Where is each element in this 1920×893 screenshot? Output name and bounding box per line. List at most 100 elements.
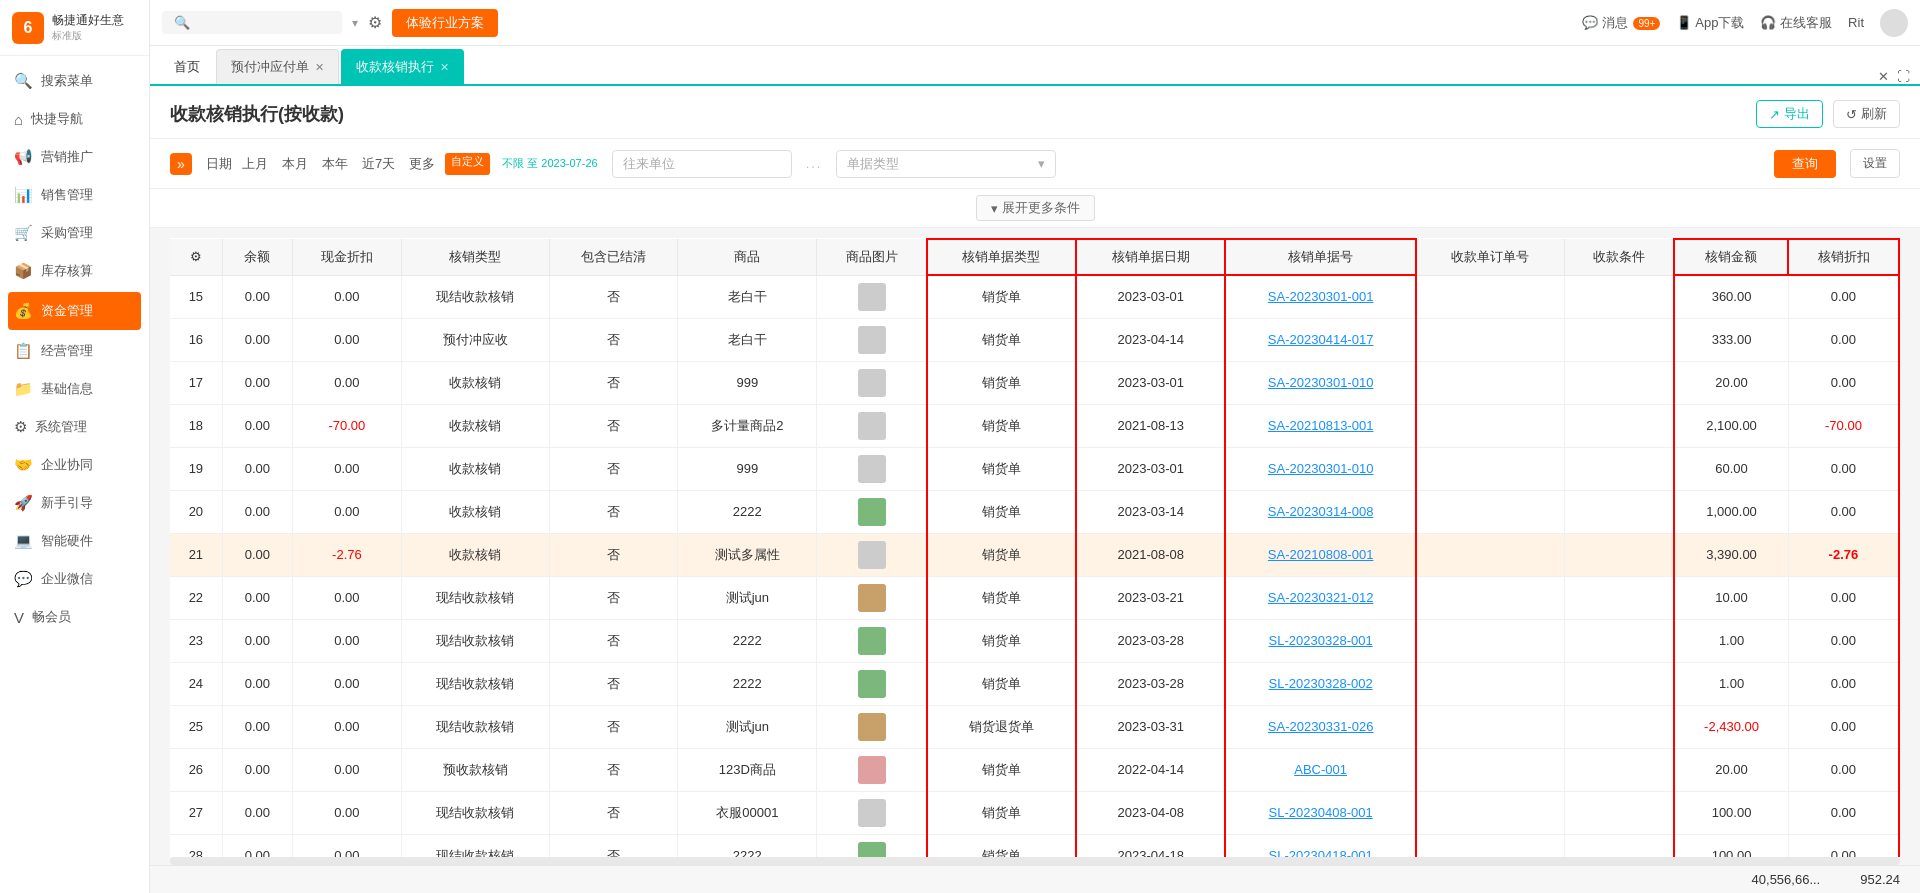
sidebar-item-system[interactable]: ⚙系统管理 xyxy=(0,408,149,446)
cell-doc-type: 销货单 xyxy=(927,834,1076,857)
date-opt-this-year[interactable]: 本年 xyxy=(318,153,352,175)
system-icon: ⚙ xyxy=(14,418,27,436)
col-writeoff-amount-header: 核销金额 xyxy=(1674,239,1788,275)
sidebar-item-basic[interactable]: 📁基础信息 xyxy=(0,370,149,408)
tab-controls: ✕ ⛶ xyxy=(1878,69,1910,84)
cell-doc-type: 销货单 xyxy=(927,275,1076,318)
sidebar-item-corp[interactable]: 🤝企业协同 xyxy=(0,446,149,484)
cell-doc-no[interactable]: SA-20230301-001 xyxy=(1225,275,1415,318)
sidebar-item-finance[interactable]: 💰资金管理 xyxy=(8,292,141,330)
guide-icon: 🚀 xyxy=(14,494,33,512)
cell-balance: 0.00 xyxy=(222,318,292,361)
cell-doc-no[interactable]: SA-20230301-010 xyxy=(1225,447,1415,490)
col-cash-discount-header: 现金折扣 xyxy=(292,239,401,275)
nav-label: 快捷导航 xyxy=(31,110,83,128)
cell-doc-no[interactable]: SL-20230418-001 xyxy=(1225,834,1415,857)
horizontal-scrollbar[interactable] xyxy=(170,857,1900,865)
setting-button[interactable]: 设置 xyxy=(1850,149,1900,178)
cell-cash-discount: -70.00 xyxy=(292,404,401,447)
cell-doc-no[interactable]: SA-20230301-010 xyxy=(1225,361,1415,404)
sidebar-item-inventory[interactable]: 📦库存核算 xyxy=(0,252,149,290)
filter-expand-btn[interactable]: » xyxy=(170,153,192,175)
app-download[interactable]: 📱 App下载 xyxy=(1676,14,1744,32)
cell-product-img xyxy=(817,791,927,834)
cell-product-img xyxy=(817,834,927,857)
date-opt-7days[interactable]: 近7天 xyxy=(358,153,399,175)
cell-receipt-order xyxy=(1416,361,1565,404)
col-settings-header[interactable]: ⚙ xyxy=(170,239,222,275)
dropdown-chevron-icon[interactable]: ▾ xyxy=(352,16,358,30)
sidebar-item-sales[interactable]: 📊销售管理 xyxy=(0,176,149,214)
cell-writeoff-discount: -2.76 xyxy=(1788,533,1899,576)
nav-icon: ⌂ xyxy=(14,111,23,128)
cell-receipt-condition xyxy=(1564,705,1674,748)
export-button[interactable]: ↗ 导出 xyxy=(1756,100,1823,128)
sidebar-item-purchase[interactable]: 🛒采购管理 xyxy=(0,214,149,252)
cell-include-settled: 否 xyxy=(549,361,677,404)
tab-maximize-icon[interactable]: ⛶ xyxy=(1897,69,1910,84)
sidebar-item-nav[interactable]: ⌂ 快捷导航 xyxy=(0,100,149,138)
sidebar-item-manage[interactable]: 📋经营管理 xyxy=(0,332,149,370)
cell-doc-no[interactable]: SL-20230408-001 xyxy=(1225,791,1415,834)
cell-cash-discount: 0.00 xyxy=(292,834,401,857)
tab-prepay[interactable]: 预付冲应付单 ✕ xyxy=(216,49,339,84)
tab-writeoff-close-icon[interactable]: ✕ xyxy=(440,61,449,74)
online-service[interactable]: 🎧 在线客服 xyxy=(1760,14,1832,32)
cell-doc-no[interactable]: ABC-001 xyxy=(1225,748,1415,791)
cell-balance: 0.00 xyxy=(222,275,292,318)
sidebar-item-hardware[interactable]: 💻智能硬件 xyxy=(0,522,149,560)
expand-more-btn[interactable]: ▾ 展开更多条件 xyxy=(976,195,1095,221)
table-footer: 40,556,66... 952.24 xyxy=(150,865,1920,893)
date-opt-last-month[interactable]: 上月 xyxy=(238,153,272,175)
date-custom-btn[interactable]: 自定义 xyxy=(445,153,490,175)
cell-writeoff-discount: -70.00 xyxy=(1788,404,1899,447)
sidebar-item-wechat[interactable]: 💬企业微信 xyxy=(0,560,149,598)
cell-include-settled: 否 xyxy=(549,404,677,447)
cell-doc-no[interactable]: SA-20210808-001 xyxy=(1225,533,1415,576)
cell-doc-no[interactable]: SA-20230331-026 xyxy=(1225,705,1415,748)
avatar[interactable] xyxy=(1880,9,1908,37)
cell-doc-no[interactable]: SA-20210813-001 xyxy=(1225,404,1415,447)
sidebar-item-vip[interactable]: V畅会员 xyxy=(0,598,149,636)
cell-doc-no[interactable]: SL-20230328-002 xyxy=(1225,662,1415,705)
tab-home-label: 首页 xyxy=(174,58,200,76)
industry-btn[interactable]: 体验行业方案 xyxy=(392,9,498,37)
query-button[interactable]: 查询 xyxy=(1774,150,1836,178)
refresh-label: 刷新 xyxy=(1861,105,1887,123)
cell-writeoff-amount: 10.00 xyxy=(1674,576,1788,619)
cell-include-settled: 否 xyxy=(549,318,677,361)
cell-doc-date: 2023-03-01 xyxy=(1076,361,1225,404)
voucher-type-select[interactable]: 单据类型 ▾ xyxy=(836,150,1056,178)
tab-close-window-icon[interactable]: ✕ xyxy=(1878,69,1889,84)
cell-receipt-condition xyxy=(1564,404,1674,447)
from-unit-input[interactable]: 往来单位 xyxy=(612,150,792,178)
expand-more-label: 展开更多条件 xyxy=(1002,199,1080,217)
cell-doc-type: 销货单 xyxy=(927,447,1076,490)
cell-doc-no[interactable]: SA-20230321-012 xyxy=(1225,576,1415,619)
sidebar-item-search[interactable]: 🔍搜索菜单 xyxy=(0,62,149,100)
page-header: 收款核销执行(按收款) ↗ 导出 ↺ 刷新 xyxy=(150,86,1920,139)
cell-writeoff-amount: 100.00 xyxy=(1674,791,1788,834)
cell-doc-no[interactable]: SA-20230414-017 xyxy=(1225,318,1415,361)
cell-doc-no[interactable]: SA-20230314-008 xyxy=(1225,490,1415,533)
tab-writeoff[interactable]: 收款核销执行 ✕ xyxy=(341,49,464,84)
cell-doc-no[interactable]: SL-20230328-001 xyxy=(1225,619,1415,662)
purchase-label: 采购管理 xyxy=(41,224,93,242)
tab-home[interactable]: 首页 xyxy=(160,50,214,84)
date-opt-more[interactable]: 更多 xyxy=(405,153,439,175)
sidebar-item-marketing[interactable]: 📢营销推广 xyxy=(0,138,149,176)
search-box[interactable]: 🔍 xyxy=(162,11,342,34)
sidebar-item-guide[interactable]: 🚀新手引导 xyxy=(0,484,149,522)
expand-more-bar: ▾ 展开更多条件 xyxy=(150,189,1920,228)
refresh-button[interactable]: ↺ 刷新 xyxy=(1833,100,1900,128)
gear-icon[interactable]: ⚙ xyxy=(368,13,382,32)
cell-id: 22 xyxy=(170,576,222,619)
date-opt-this-month[interactable]: 本月 xyxy=(278,153,312,175)
message-area[interactable]: 💬 消息 99+ xyxy=(1582,14,1660,32)
cell-product-img xyxy=(817,662,927,705)
cell-cash-discount: 0.00 xyxy=(292,490,401,533)
cell-include-settled: 否 xyxy=(549,533,677,576)
service-label: 在线客服 xyxy=(1780,15,1832,30)
logo-sub: 标准版 xyxy=(52,29,124,43)
tab-prepay-close-icon[interactable]: ✕ xyxy=(315,61,324,74)
